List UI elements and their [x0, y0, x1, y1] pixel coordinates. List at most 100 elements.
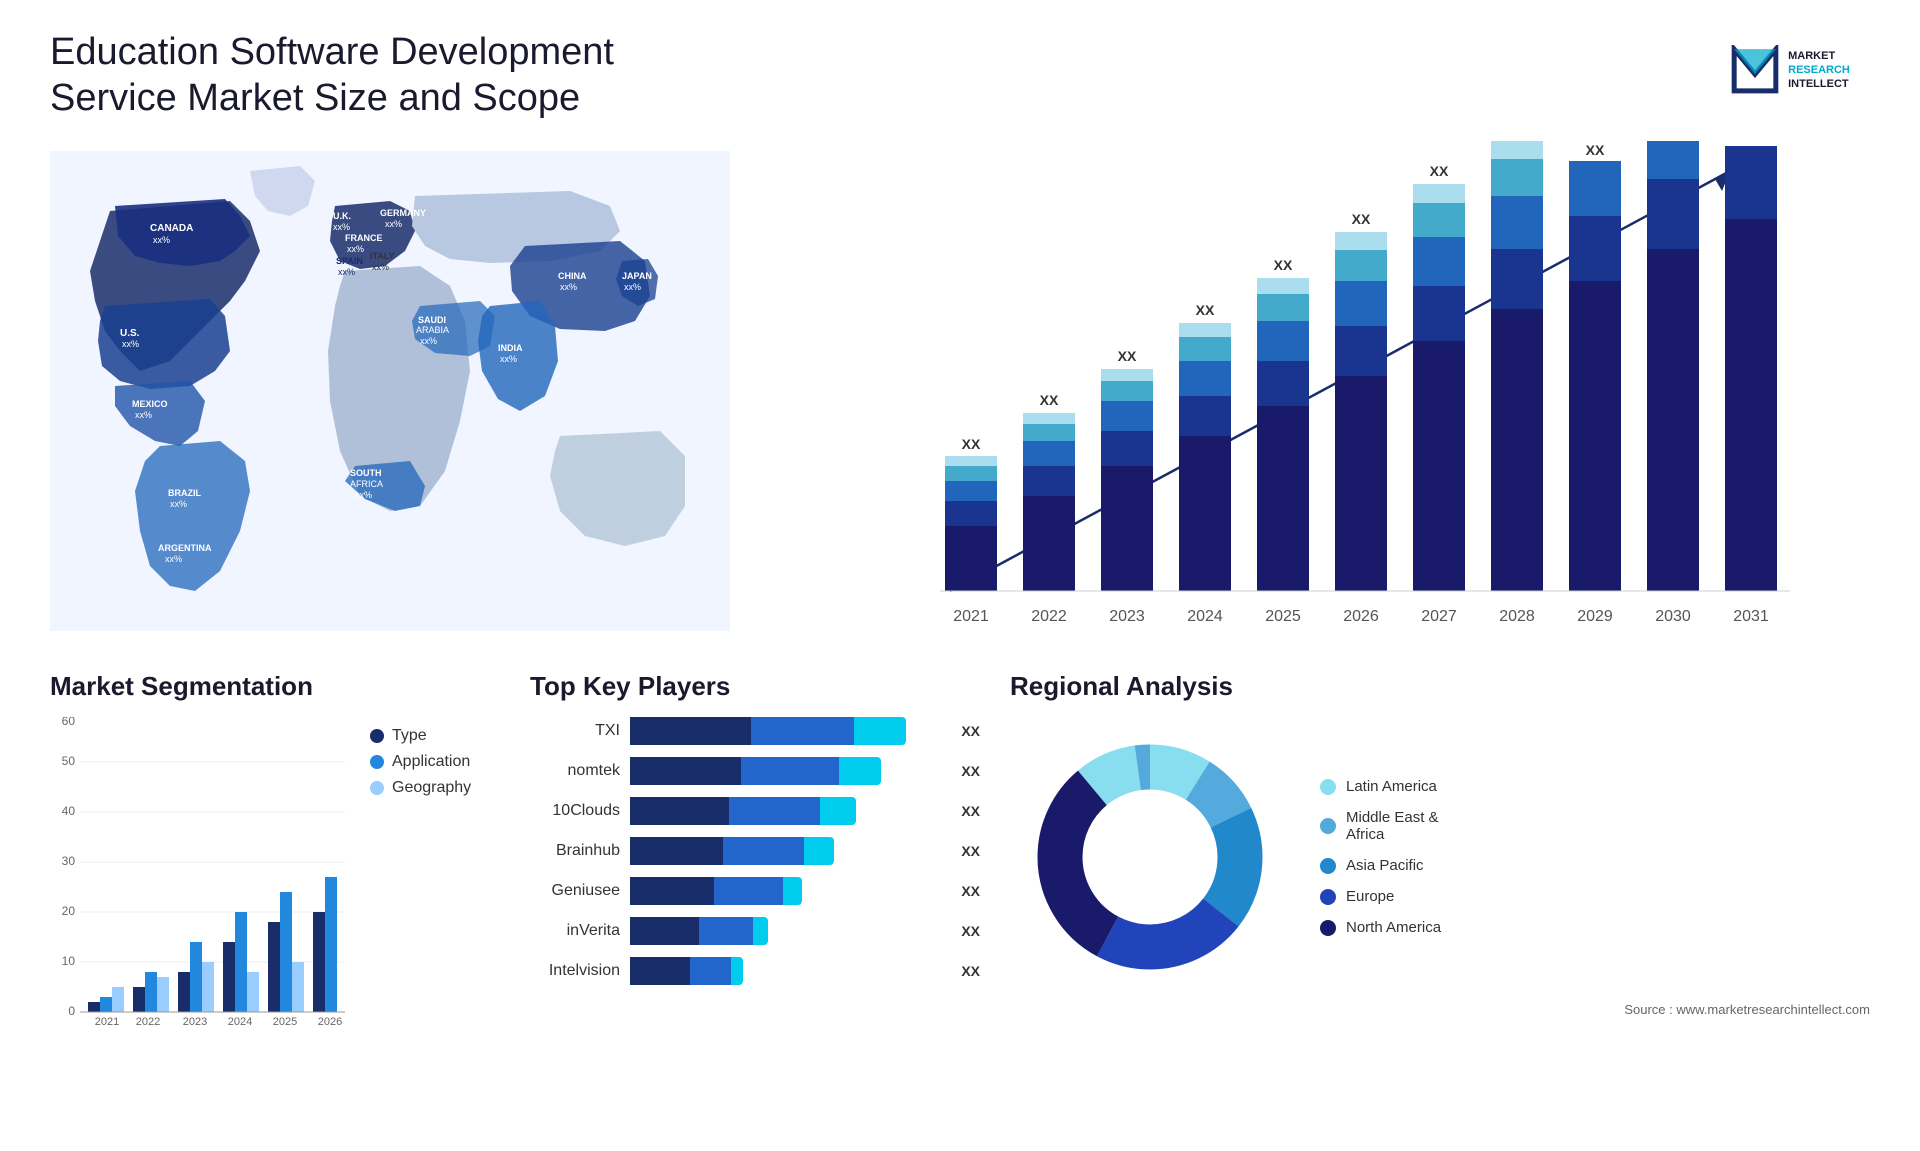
player-value: XX — [961, 763, 980, 779]
bar-seg1 — [630, 917, 699, 945]
regional-area: Latin America Middle East &Africa Asia P… — [1010, 717, 1870, 997]
legend-geography: Geography — [370, 779, 471, 797]
latin-america-dot — [1320, 779, 1336, 795]
bar-seg3 — [783, 877, 802, 905]
player-bar-wrap — [630, 717, 943, 745]
bottom-section: Market Segmentation 0 10 20 30 40 50 60 — [50, 671, 1870, 1121]
europe-dot — [1320, 889, 1336, 905]
asia-pacific-dot — [1320, 858, 1336, 874]
player-value: XX — [961, 843, 980, 859]
segmentation-container: Market Segmentation 0 10 20 30 40 50 60 — [50, 671, 500, 1121]
player-value: XX — [961, 883, 980, 899]
list-item: 10Clouds XX — [530, 797, 980, 825]
legend-type-label: Type — [392, 727, 427, 745]
svg-text:30: 30 — [62, 854, 76, 868]
player-name: nomtek — [530, 762, 620, 780]
legend-app-dot — [370, 755, 384, 769]
svg-text:10: 10 — [62, 954, 76, 968]
player-name: 10Clouds — [530, 802, 620, 820]
player-bar-wrap — [630, 797, 943, 825]
svg-text:U.S.: U.S. — [120, 328, 140, 339]
logo-area: MARKETRESEARCHINTELLECT — [1710, 30, 1870, 110]
source-text: Source : www.marketresearchintellect.com — [1010, 1002, 1870, 1017]
legend-type: Type — [370, 727, 471, 745]
bar-seg1 — [630, 837, 723, 865]
svg-text:SPAIN: SPAIN — [336, 256, 363, 266]
player-bar — [630, 757, 881, 785]
regional-legend: Latin America Middle East &Africa Asia P… — [1320, 778, 1441, 936]
bar-seg2 — [723, 837, 804, 865]
segmentation-content: 0 10 20 30 40 50 60 — [50, 717, 500, 1027]
bar-seg2 — [714, 877, 783, 905]
bar-seg2 — [751, 717, 854, 745]
svg-text:SOUTH: SOUTH — [350, 468, 382, 478]
svg-text:2031: 2031 — [1733, 608, 1769, 625]
list-item: inVerita XX — [530, 917, 980, 945]
svg-text:xx%: xx% — [385, 219, 402, 229]
svg-text:xx%: xx% — [165, 554, 182, 564]
bar-seg3 — [820, 797, 855, 825]
player-bar — [630, 717, 906, 745]
north-america-dot — [1320, 920, 1336, 936]
list-item: Brainhub XX — [530, 837, 980, 865]
svg-text:2025: 2025 — [1265, 608, 1301, 625]
bar-seg3 — [839, 757, 881, 785]
bar-seg1 — [630, 797, 729, 825]
players-list: TXI XX nomtek — [530, 717, 980, 985]
svg-text:CANADA: CANADA — [150, 223, 193, 234]
page-title: Education Software Development Service M… — [50, 30, 750, 121]
donut-chart — [1010, 717, 1290, 997]
svg-text:2022: 2022 — [136, 1016, 160, 1027]
bar-seg3 — [854, 717, 906, 745]
player-value: XX — [961, 963, 980, 979]
list-item: Geniusee XX — [530, 877, 980, 905]
middle-east-dot — [1320, 818, 1336, 834]
bar-seg2 — [699, 917, 753, 945]
svg-text:xx%: xx% — [355, 490, 372, 500]
world-map-svg: CANADA xx% U.S. xx% MEXICO xx% BRAZIL xx… — [50, 141, 730, 641]
bar-seg2 — [729, 797, 821, 825]
svg-text:xx%: xx% — [347, 244, 364, 254]
logo-text: MARKETRESEARCHINTELLECT — [1788, 49, 1850, 92]
player-value: XX — [961, 803, 980, 819]
svg-text:2029: 2029 — [1577, 608, 1613, 625]
bar-seg3 — [731, 957, 743, 985]
svg-text:2027: 2027 — [1421, 608, 1457, 625]
player-bar-wrap — [630, 757, 943, 785]
svg-text:xx%: xx% — [135, 410, 152, 420]
svg-text:40: 40 — [62, 804, 76, 818]
legend-north-america: North America — [1320, 919, 1441, 936]
svg-text:0: 0 — [68, 1004, 75, 1018]
player-name: TXI — [530, 722, 620, 740]
svg-text:2030: 2030 — [1655, 608, 1691, 625]
europe-label: Europe — [1346, 888, 1394, 905]
player-bar-wrap — [630, 837, 943, 865]
svg-text:xx%: xx% — [500, 354, 517, 364]
svg-text:xx%: xx% — [333, 222, 350, 232]
svg-text:U.K.: U.K. — [333, 211, 351, 221]
legend-middle-east: Middle East &Africa — [1320, 809, 1441, 843]
legend-europe: Europe — [1320, 888, 1441, 905]
map-container: CANADA xx% U.S. xx% MEXICO xx% BRAZIL xx… — [50, 141, 730, 641]
players-container: Top Key Players TXI XX nomtek — [530, 671, 980, 1121]
segmentation-chart: 0 10 20 30 40 50 60 — [50, 717, 350, 1027]
svg-text:xx%: xx% — [420, 336, 437, 346]
svg-text:XX: XX — [1586, 142, 1605, 158]
player-name: Geniusee — [530, 882, 620, 900]
svg-text:BRAZIL: BRAZIL — [168, 488, 201, 498]
legend-type-dot — [370, 729, 384, 743]
svg-text:XX: XX — [1742, 141, 1761, 142]
latin-america-label: Latin America — [1346, 778, 1437, 795]
north-america-label: North America — [1346, 919, 1441, 936]
svg-text:2024: 2024 — [228, 1016, 252, 1027]
svg-text:ARABIA: ARABIA — [416, 325, 449, 335]
svg-text:xx%: xx% — [560, 282, 577, 292]
page-container: Education Software Development Service M… — [0, 0, 1920, 1151]
player-bar-wrap — [630, 877, 943, 905]
bar-seg3 — [753, 917, 768, 945]
svg-text:xx%: xx% — [153, 235, 170, 245]
svg-text:2026: 2026 — [318, 1016, 342, 1027]
legend-geo-dot — [370, 781, 384, 795]
svg-text:2028: 2028 — [1499, 608, 1535, 625]
svg-text:INDIA: INDIA — [498, 343, 523, 353]
